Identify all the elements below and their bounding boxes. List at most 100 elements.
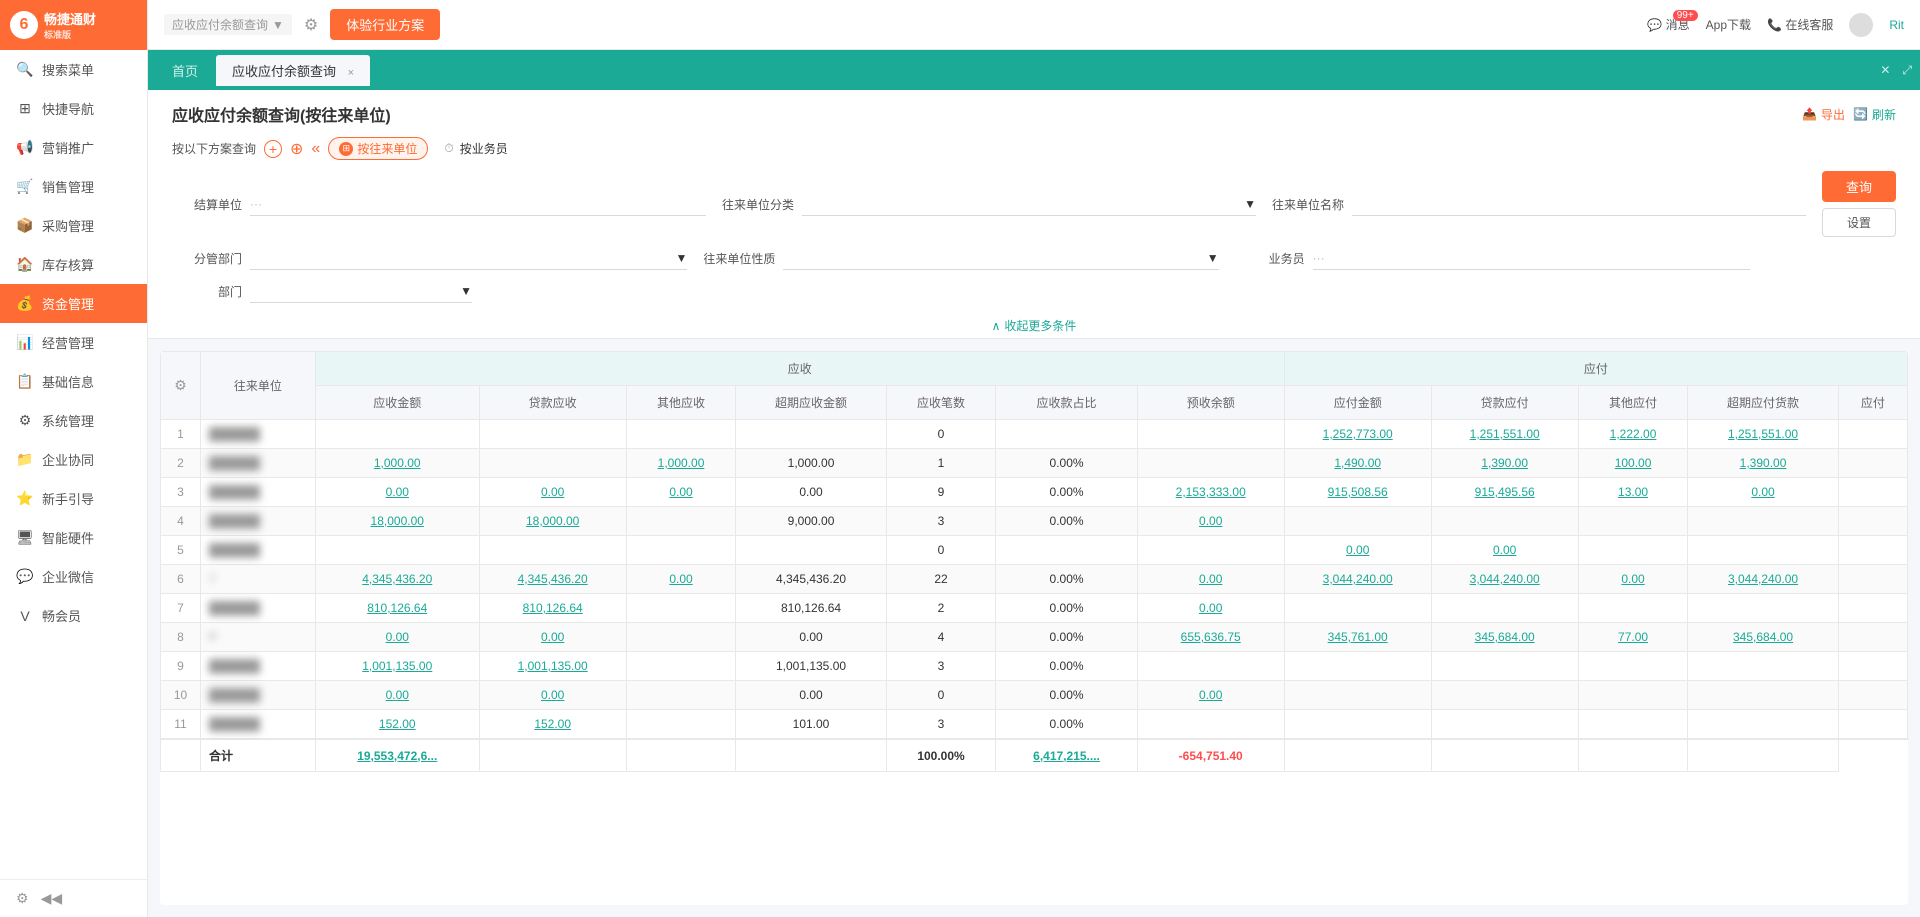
export-button[interactable]: 📤 导出	[1802, 106, 1845, 123]
app-download-link[interactable]: App下载	[1706, 16, 1751, 33]
row-loan-rec[interactable]: 810,126.64	[479, 594, 626, 623]
sidebar-item-operation[interactable]: 📊 经营管理	[0, 323, 147, 362]
row-prepayment[interactable]: 0.00	[1137, 565, 1284, 594]
row-loan-rec[interactable]: 1,001,135.00	[479, 652, 626, 681]
row-loan-rec[interactable]: 0.00	[479, 478, 626, 507]
guide-icon: ⭐	[16, 490, 34, 508]
row-rec-amount[interactable]: 810,126.64	[315, 594, 479, 623]
row-rec-amount[interactable]: 18,000.00	[315, 507, 479, 536]
row-rec-amount[interactable]: 0.00	[315, 623, 479, 652]
row-overdue-pay[interactable]: 345,684.00	[1688, 623, 1838, 652]
row-rec-amount[interactable]: 0.00	[315, 478, 479, 507]
row-loan-pay[interactable]: 1,390.00	[1431, 449, 1578, 478]
sub-scheme-item[interactable]: ⏱ 按业务员	[436, 136, 515, 161]
row-rec-ratio: 0.00%	[996, 565, 1137, 594]
row-prepayment[interactable]: 0.00	[1137, 681, 1284, 710]
sidebar-item-search[interactable]: 🔍 搜索菜单	[0, 50, 147, 89]
row-prepayment[interactable]: 655,636.75	[1137, 623, 1284, 652]
row-rec-amount[interactable]: 0.00	[315, 681, 479, 710]
sidebar-item-guide[interactable]: ⭐ 新手引导	[0, 479, 147, 518]
row-loan-rec[interactable]: 0.00	[479, 681, 626, 710]
close-window-icon[interactable]: ✕	[1880, 63, 1890, 77]
th-gear[interactable]: ⚙	[161, 352, 201, 420]
row-pay-amount[interactable]: 1,252,773.00	[1284, 420, 1431, 449]
row-pay-amount[interactable]: 0.00	[1284, 536, 1431, 565]
settlement-label: 结算单位	[172, 196, 242, 213]
row-loan-pay[interactable]: 1,251,551.00	[1431, 420, 1578, 449]
row-loan-pay[interactable]: 345,684.00	[1431, 623, 1578, 652]
table-settings-icon[interactable]: ⚙	[174, 377, 187, 393]
row-loan-rec[interactable]: 18,000.00	[479, 507, 626, 536]
row-overdue-pay[interactable]: 3,044,240.00	[1688, 565, 1838, 594]
row-loan-pay[interactable]: 0.00	[1431, 536, 1578, 565]
filter-row-1: 结算单位 ··· 往来单位分类 ▼ 往来单位名称	[172, 171, 1896, 237]
row-other-pay[interactable]: 77.00	[1578, 623, 1688, 652]
row-other-pay[interactable]: 100.00	[1578, 449, 1688, 478]
sidebar-item-wechat[interactable]: 💬 企业微信	[0, 557, 147, 596]
partner-nature-select[interactable]: ▼	[783, 247, 1218, 270]
edit-scheme-icon[interactable]: ⊕	[290, 139, 303, 159]
row-other-rec[interactable]: 0.00	[626, 565, 736, 594]
row-other-rec[interactable]: 0.00	[626, 478, 736, 507]
row-pay-amount[interactable]: 3,044,240.00	[1284, 565, 1431, 594]
tab-receivable[interactable]: 应收应付余额查询 ×	[216, 55, 370, 86]
row-overdue-pay[interactable]: 0.00	[1688, 478, 1838, 507]
collapse-filter-button[interactable]: ∧ 收起更多条件	[172, 313, 1896, 338]
sidebar-item-inventory[interactable]: 🏠 库存核算	[0, 245, 147, 284]
tab-close-icon[interactable]: ×	[348, 67, 354, 79]
row-overdue-pay[interactable]: 1,251,551.00	[1688, 420, 1838, 449]
refresh-button[interactable]: 🔄 刷新	[1853, 106, 1896, 123]
row-loan-rec[interactable]: 152.00	[479, 710, 626, 740]
row-loan-pay[interactable]: 3,044,240.00	[1431, 565, 1578, 594]
row-pay-amount[interactable]: 345,761.00	[1284, 623, 1431, 652]
row-prepayment[interactable]: 2,153,333.00	[1137, 478, 1284, 507]
row-pay-amount[interactable]: 1,490.00	[1284, 449, 1431, 478]
row-loan-rec[interactable]: 0.00	[479, 623, 626, 652]
row-other-pay[interactable]: 0.00	[1578, 565, 1688, 594]
partner-name-input[interactable]	[1352, 193, 1806, 216]
query-button[interactable]: 查询	[1822, 171, 1896, 202]
collapse-sidebar-icon[interactable]: ◀◀	[41, 890, 63, 907]
row-overdue-pay[interactable]: 1,390.00	[1688, 449, 1838, 478]
salesman-label: 业务员	[1235, 250, 1305, 267]
sidebar-item-hardware[interactable]: 🖥 智能硬件	[0, 518, 147, 557]
dept2-select[interactable]: ▼	[250, 280, 472, 303]
partner-type-select[interactable]: ▼	[802, 193, 1256, 216]
row-loan-pay[interactable]: 915,495.56	[1431, 478, 1578, 507]
settings-bottom-icon[interactable]: ⚙	[16, 890, 29, 907]
row-loan-rec[interactable]: 4,345,436.20	[479, 565, 626, 594]
tab-home[interactable]: 首页	[156, 55, 214, 86]
row-rec-amount[interactable]: 4,345,436.20	[315, 565, 479, 594]
row-other-rec[interactable]: 1,000.00	[626, 449, 736, 478]
sidebar-item-marketing[interactable]: 📢 营销推广	[0, 128, 147, 167]
row-prepayment[interactable]: 0.00	[1137, 507, 1284, 536]
active-scheme-tag[interactable]: ⊞ 按往来单位	[328, 137, 428, 160]
settlement-input[interactable]: ···	[250, 193, 706, 216]
salesman-input[interactable]: ···	[1313, 247, 1750, 270]
sidebar-item-finance[interactable]: 💰 资金管理	[0, 284, 147, 323]
sidebar-item-sales[interactable]: 🛒 销售管理	[0, 167, 147, 206]
collapse-scheme-icon[interactable]: «	[311, 140, 320, 158]
sidebar-item-member[interactable]: V 畅会员	[0, 596, 147, 635]
row-rec-amount[interactable]: 152.00	[315, 710, 479, 740]
sidebar-item-purchase[interactable]: 📦 采购管理	[0, 206, 147, 245]
fullscreen-icon[interactable]: ⤢	[1902, 63, 1912, 78]
row-pay-amount[interactable]: 915,508.56	[1284, 478, 1431, 507]
row-rec-amount[interactable]: 1,000.00	[315, 449, 479, 478]
row-prepayment[interactable]: 0.00	[1137, 594, 1284, 623]
messages-badge[interactable]: 💬 消息 99+	[1647, 16, 1689, 33]
solution-button[interactable]: 体验行业方案	[330, 9, 440, 40]
row-rec-amount[interactable]: 1,001,135.00	[315, 652, 479, 681]
row-other-pay[interactable]: 13.00	[1578, 478, 1688, 507]
online-service-link[interactable]: 📞 在线客服	[1767, 16, 1833, 33]
purchase-icon: 📦	[16, 217, 34, 235]
sidebar-item-system[interactable]: ⚙ 系统管理	[0, 401, 147, 440]
header-gear-icon[interactable]: ⚙	[304, 15, 318, 35]
dept-select[interactable]: ▼	[250, 247, 687, 270]
settings-button[interactable]: 设置	[1822, 208, 1896, 237]
sidebar-item-quick[interactable]: ⊞ 快捷导航	[0, 89, 147, 128]
sidebar-item-basic[interactable]: 📋 基础信息	[0, 362, 147, 401]
row-other-pay[interactable]: 1,222.00	[1578, 420, 1688, 449]
add-scheme-icon[interactable]: +	[264, 140, 282, 158]
sidebar-item-corp[interactable]: 📁 企业协同	[0, 440, 147, 479]
